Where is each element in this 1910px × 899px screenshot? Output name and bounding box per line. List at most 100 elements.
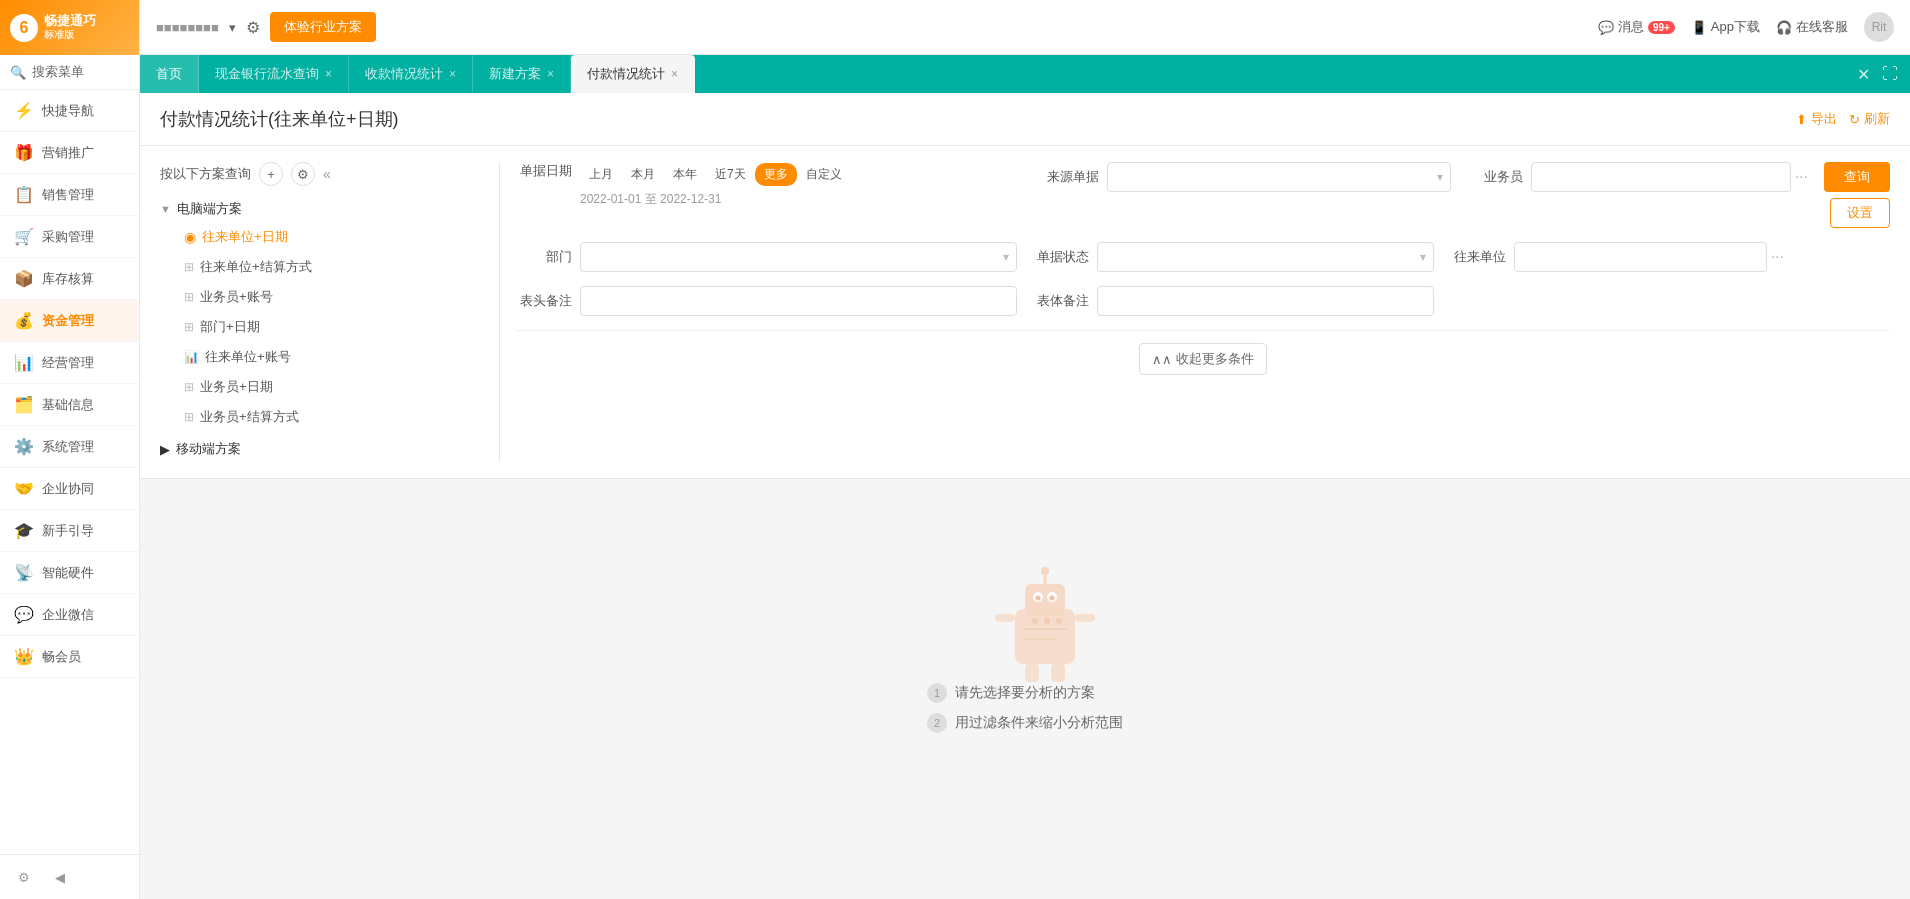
table-body-remark-input[interactable] xyxy=(1097,286,1434,316)
collapse-more-btn[interactable]: ∧∧ 收起更多条件 xyxy=(1139,343,1267,375)
date-btn-custom[interactable]: 自定义 xyxy=(797,162,851,187)
scheme-item-label: 业务员+账号 xyxy=(200,288,273,306)
partner-dots-btn[interactable]: ··· xyxy=(1771,248,1784,266)
trial-btn[interactable]: 体验行业方案 xyxy=(270,12,376,42)
voucher-status-control: ▾ xyxy=(1097,242,1434,272)
sidebar-item-system[interactable]: ⚙️ 系统管理 xyxy=(0,426,139,468)
date-btn-this-month[interactable]: 本月 xyxy=(622,162,664,187)
sidebar-item-sales[interactable]: 📋 销售管理 xyxy=(0,174,139,216)
tab-payment-stat[interactable]: 付款情况统计 × xyxy=(571,55,695,93)
sidebar-item-quick-nav[interactable]: ⚡ 快捷导航 xyxy=(0,90,139,132)
table-header-remark-input[interactable] xyxy=(580,286,1017,316)
date-btn-this-year[interactable]: 本年 xyxy=(664,162,706,187)
export-btn[interactable]: ⬆ 导出 xyxy=(1796,110,1837,128)
topbar-settings-btn[interactable]: ⚙ xyxy=(246,18,260,37)
sidebar-item-label: 资金管理 xyxy=(42,312,94,330)
app-download-btn[interactable]: 📱 App下载 xyxy=(1691,18,1760,36)
mobile-scheme-group[interactable]: ▶ 移动端方案 xyxy=(160,432,483,462)
tab-home[interactable]: 首页 xyxy=(140,55,199,93)
scheme-item-label: 部门+日期 xyxy=(200,318,260,336)
footer-settings-btn[interactable]: ⚙ xyxy=(10,863,38,891)
maximize-btn[interactable]: ⛶ xyxy=(1878,61,1902,87)
staff-dots-btn[interactable]: ··· xyxy=(1795,168,1808,186)
mobile-group-label: 移动端方案 xyxy=(176,440,241,458)
tab-receipt-stat-label: 收款情况统计 xyxy=(365,65,443,83)
page-title: 付款情况统计(往来单位+日期) xyxy=(160,107,1796,131)
sidebar-item-label: 畅会员 xyxy=(42,648,81,666)
user-avatar[interactable]: Rit xyxy=(1864,12,1894,42)
voucher-status-select[interactable] xyxy=(1097,242,1434,272)
scheme-item-label: 往来单位+日期 xyxy=(202,228,288,246)
scheme-item-staff-settle[interactable]: ⊞ 业务员+结算方式 xyxy=(176,402,483,432)
search-menu[interactable]: 🔍 搜索菜单 xyxy=(0,55,139,90)
scheme-add-btn[interactable]: + xyxy=(259,162,283,186)
topbar-dropdown-btn[interactable]: ▾ xyxy=(229,20,236,35)
page-header: 付款情况统计(往来单位+日期) ⬆ 导出 ↻ 刷新 xyxy=(140,93,1910,146)
sidebar-item-label: 企业协同 xyxy=(42,480,94,498)
sidebar-item-wechat[interactable]: 💬 企业微信 xyxy=(0,594,139,636)
close-all-btn[interactable]: ✕ xyxy=(1853,61,1874,88)
scheme-item-label: 往来单位+账号 xyxy=(205,348,291,366)
filter-action-btns: 查询 设置 xyxy=(1824,162,1890,228)
step1-num: 1 xyxy=(927,683,947,703)
sidebar-item-label: 智能硬件 xyxy=(42,564,94,582)
sidebar-item-guide[interactable]: 🎓 新手引导 xyxy=(0,510,139,552)
message-icon: 💬 xyxy=(1598,20,1614,35)
scheme-item-partner-settle[interactable]: ⊞ 往来单位+结算方式 xyxy=(176,252,483,282)
collapse-row: ∧∧ 收起更多条件 xyxy=(516,330,1890,387)
customer-service-btn[interactable]: 🎧 在线客服 xyxy=(1776,18,1848,36)
date-btn-more[interactable]: 更多 xyxy=(755,163,797,186)
tab-new-scheme[interactable]: 新建方案 × xyxy=(473,55,571,93)
date-btn-last-month[interactable]: 上月 xyxy=(580,162,622,187)
svg-rect-0 xyxy=(1015,609,1075,664)
sidebar-item-member[interactable]: 👑 畅会员 xyxy=(0,636,139,678)
scheme-settings-btn[interactable]: ⚙ xyxy=(291,162,315,186)
scheme-item-staff-account[interactable]: ⊞ 业务员+账号 xyxy=(176,282,483,312)
sidebar-item-label: 库存核算 xyxy=(42,270,94,288)
tab-home-label: 首页 xyxy=(156,65,182,83)
scheme-item-partner-account[interactable]: 📊 往来单位+账号 xyxy=(176,342,483,372)
scheme-item-partner-date[interactable]: ◉ 往来单位+日期 xyxy=(176,222,483,252)
refresh-btn[interactable]: ↻ 刷新 xyxy=(1849,110,1890,128)
sidebar-item-operations[interactable]: 📊 经营管理 xyxy=(0,342,139,384)
empty-steps-list: 1 请先选择要分析的方案 2 用过滤条件来缩小分析范围 xyxy=(927,683,1123,743)
settings-btn[interactable]: 设置 xyxy=(1830,198,1890,228)
staff-input[interactable] xyxy=(1531,162,1790,192)
tab-receipt-stat-close[interactable]: × xyxy=(449,67,456,81)
tab-payment-stat-close[interactable]: × xyxy=(671,67,678,81)
basic-info-icon: 🗂️ xyxy=(14,395,34,414)
group2-arrow-icon: ▶ xyxy=(160,442,170,457)
scheme-item-dept-date[interactable]: ⊞ 部门+日期 xyxy=(176,312,483,342)
sidebar-item-hardware[interactable]: 📡 智能硬件 xyxy=(0,552,139,594)
tab-bank-flow[interactable]: 现金银行流水查询 × xyxy=(199,55,349,93)
sidebar-item-capital[interactable]: 💰 资金管理 xyxy=(0,300,139,342)
scheme-collapse-btn[interactable]: « xyxy=(323,166,331,182)
message-btn[interactable]: 💬 消息 99+ xyxy=(1598,18,1675,36)
partner-input[interactable] xyxy=(1514,242,1767,272)
topbar: ■■■■■■■■ ▾ ⚙ 体验行业方案 💬 消息 99+ 📱 App下载 🎧 在… xyxy=(140,0,1910,55)
tab-new-scheme-close[interactable]: × xyxy=(547,67,554,81)
refresh-icon: ↻ xyxy=(1849,112,1860,127)
main-area: ■■■■■■■■ ▾ ⚙ 体验行业方案 💬 消息 99+ 📱 App下载 🎧 在… xyxy=(140,0,1910,899)
svg-point-14 xyxy=(1032,618,1038,624)
scheme-panel: 按以下方案查询 + ⚙ « ▼ 电脑端方案 xyxy=(160,162,500,462)
service-icon: 🎧 xyxy=(1776,20,1792,35)
tab-receipt-stat[interactable]: 收款情况统计 × xyxy=(349,55,473,93)
sidebar-item-enterprise[interactable]: 🤝 企业协同 xyxy=(0,468,139,510)
export-label: 导出 xyxy=(1811,110,1837,128)
tab-bank-flow-close[interactable]: × xyxy=(325,67,332,81)
desktop-scheme-group[interactable]: ▼ 电脑端方案 xyxy=(160,196,483,222)
table-body-remark-control xyxy=(1097,286,1434,316)
sidebar-item-inventory[interactable]: 📦 库存核算 xyxy=(0,258,139,300)
footer-collapse-btn[interactable]: ◀ xyxy=(46,863,74,891)
source-select[interactable] xyxy=(1107,162,1452,192)
scheme-item-staff-date[interactable]: ⊞ 业务员+日期 xyxy=(176,372,483,402)
svg-point-15 xyxy=(1044,618,1050,624)
scheme-item-label: 往来单位+结算方式 xyxy=(200,258,312,276)
date-btn-7days[interactable]: 近7天 xyxy=(706,162,755,187)
sidebar-item-marketing[interactable]: 🎁 营销推广 xyxy=(0,132,139,174)
sidebar-item-purchase[interactable]: 🛒 采购管理 xyxy=(0,216,139,258)
query-btn[interactable]: 查询 xyxy=(1824,162,1890,192)
sidebar-item-basic-info[interactable]: 🗂️ 基础信息 xyxy=(0,384,139,426)
dept-select[interactable] xyxy=(580,242,1017,272)
